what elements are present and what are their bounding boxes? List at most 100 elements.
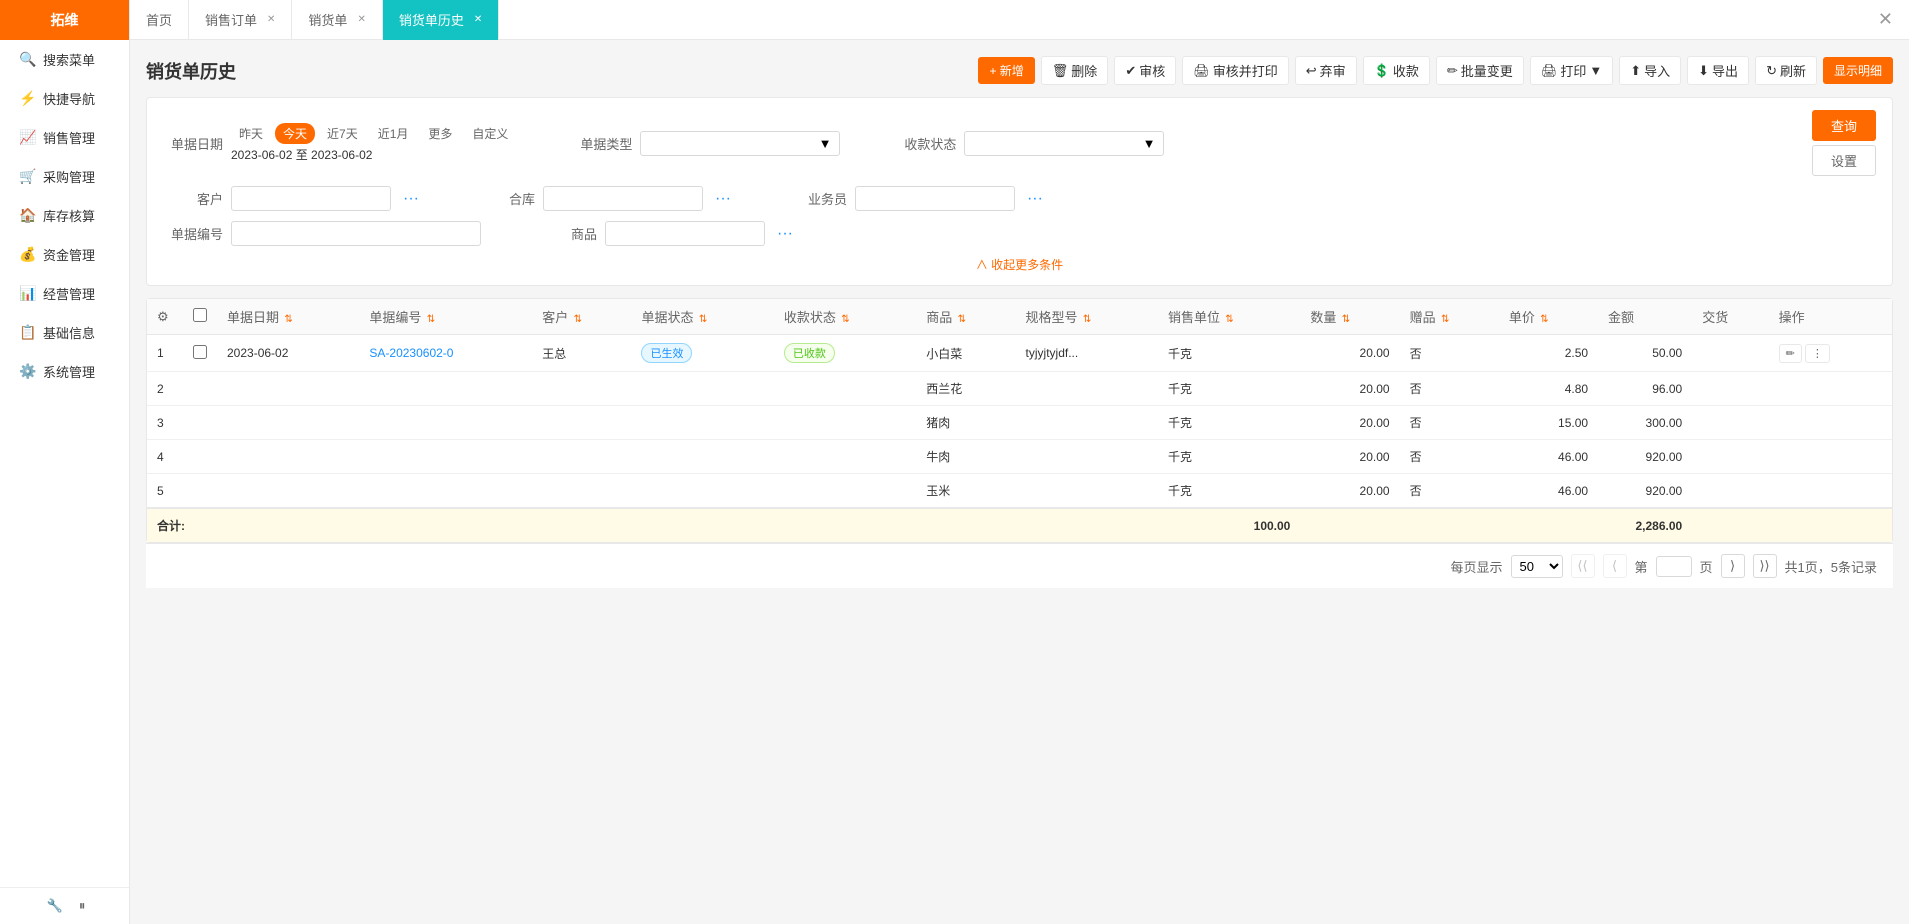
collect-button[interactable]: 💲 收款 (1363, 56, 1430, 85)
filter-setting-button[interactable]: 设置 (1812, 145, 1876, 176)
last-page-btn[interactable]: ⟩⟩ (1753, 554, 1777, 578)
tab-sales-history-close[interactable]: ✕ (474, 14, 482, 25)
salesperson-picker-icon[interactable]: ··· (1027, 190, 1043, 208)
tab-home[interactable]: 首页 (130, 0, 189, 40)
warehouse-picker-icon[interactable]: ··· (715, 190, 731, 208)
delete-button[interactable]: 🗑 删除 (1041, 56, 1109, 85)
col-gift[interactable]: 赠品 ⇅ (1400, 299, 1499, 335)
row-unit-4: 千克 (1158, 474, 1300, 509)
col-settings[interactable]: ⚙ (147, 299, 183, 335)
row-gift-2: 否 (1400, 406, 1499, 440)
export-button[interactable]: ⬇ 导出 (1687, 56, 1749, 85)
sidebar-item-basic-info[interactable]: 📋 基础信息 (0, 313, 129, 352)
row-customer-3 (532, 440, 631, 474)
col-product[interactable]: 商品 ⇅ (916, 299, 1015, 335)
tab-home-label: 首页 (146, 10, 172, 29)
date-tag-yesterday[interactable]: 昨天 (231, 123, 271, 144)
customer-picker-icon[interactable]: ··· (403, 190, 419, 208)
col-doc-date[interactable]: 单据日期 ⇅ (217, 299, 359, 335)
filter-warehouse-input[interactable] (543, 186, 703, 211)
row-doc-date-3 (217, 440, 359, 474)
sidebar-item-search-menu[interactable]: 🔍 搜索菜单 (0, 40, 129, 79)
date-tag-1month[interactable]: 近1月 (370, 123, 417, 144)
filter-docno-input[interactable] (231, 221, 481, 246)
col-unit[interactable]: 销售单位 ⇅ (1158, 299, 1300, 335)
row-product-2: 猪肉 (916, 406, 1015, 440)
row-price-1: 4.80 (1499, 372, 1598, 406)
sidebar-item-operations-mgmt[interactable]: 📊 经营管理 (0, 274, 129, 313)
audit-print-button[interactable]: 🖨 审核并打印 (1182, 56, 1289, 85)
current-page-input[interactable]: 1 (1656, 556, 1692, 577)
sort-unit-icon: ⇅ (1225, 314, 1233, 325)
row-doc-no-0[interactable]: SA-20230602-0 (359, 335, 532, 372)
date-tag-more[interactable]: 更多 (420, 123, 460, 144)
table-row: 2 西兰花 千克 20.00 否 4.80 96.00 (147, 372, 1892, 406)
display-detail-button[interactable]: 显示明细 (1823, 57, 1893, 84)
refresh-button[interactable]: ↻ 刷新 (1755, 56, 1817, 85)
row-checkbox-0[interactable] (193, 345, 207, 359)
sidebar-item-sales-mgmt[interactable]: 📈 销售管理 (0, 118, 129, 157)
filter-customer-input[interactable] (231, 186, 391, 211)
col-doc-no[interactable]: 单据编号 ⇅ (359, 299, 532, 335)
sidebar-item-system-mgmt[interactable]: ⚙️ 系统管理 (0, 352, 129, 391)
tab-sales-history[interactable]: 销货单历史 ✕ (383, 0, 499, 40)
col-spec[interactable]: 规格型号 ⇅ (1016, 299, 1158, 335)
prev-page-btn[interactable]: ⟨ (1603, 554, 1627, 578)
filter-collapse-btn[interactable]: ∧ 收起更多条件 (163, 256, 1876, 273)
batch-change-button[interactable]: ✏ 批量变更 (1436, 56, 1524, 85)
page-title: 销货单历史 (146, 58, 236, 84)
date-tag-today[interactable]: 今天 (275, 123, 315, 144)
row-num-0: 1 (147, 335, 183, 372)
tab-sales-order-close[interactable]: ✕ (267, 14, 275, 25)
col-unit-price[interactable]: 单价 ⇅ (1499, 299, 1598, 335)
filter-payment-status-select[interactable]: ▼ (964, 131, 1164, 156)
new-button[interactable]: + 新增 (978, 57, 1034, 84)
first-page-btn[interactable]: ⟨⟨ (1571, 554, 1595, 578)
row-amount-2: 300.00 (1598, 406, 1692, 440)
sort-spec-icon: ⇅ (1083, 314, 1091, 325)
sidebar-item-label: 系统管理 (43, 362, 95, 381)
sidebar-item-finance-mgmt[interactable]: 💰 资金管理 (0, 235, 129, 274)
col-doc-status[interactable]: 单据状态 ⇅ (631, 299, 773, 335)
filter-doc-type-select[interactable]: ▼ (640, 131, 840, 156)
filter-product-input[interactable] (605, 221, 765, 246)
action-btn-编辑[interactable]: ✏ (1779, 344, 1802, 363)
filter-docno-label: 单据编号 (163, 224, 223, 243)
sidebar-item-inventory-calc[interactable]: 🏠 库存核算 (0, 196, 129, 235)
sidebar-item-purchase-mgmt[interactable]: 🛒 采购管理 (0, 157, 129, 196)
date-tag-7days[interactable]: 近7天 (319, 123, 366, 144)
settings-bottom-icon[interactable]: 🔧 (47, 898, 63, 914)
row-doc-status-4 (631, 474, 773, 509)
tab-sales-order[interactable]: 销售订单 ✕ (189, 0, 292, 40)
collect-icon: 💲 (1374, 63, 1390, 79)
sidebar-item-quick-nav[interactable]: ⚡ 快捷导航 (0, 79, 129, 118)
filter-row-2: 客户 ··· 合库 ··· 业务员 ··· (163, 186, 1876, 211)
tab-sales-delivery[interactable]: 销货单 ✕ (292, 0, 382, 40)
import-button[interactable]: ⬆ 导入 (1619, 56, 1681, 85)
col-customer[interactable]: 客户 ⇅ (532, 299, 631, 335)
col-payment-status[interactable]: 收款状态 ⇅ (774, 299, 916, 335)
row-unit-1: 千克 (1158, 372, 1300, 406)
sort-price-icon: ⇅ (1540, 314, 1548, 325)
filter-salesperson-input[interactable] (855, 186, 1015, 211)
discard-button[interactable]: ↩ 弃审 (1295, 56, 1357, 85)
page-unit: 页 (1700, 557, 1713, 576)
row-qty-3: 20.00 (1300, 440, 1399, 474)
sidebar-item-label: 经营管理 (43, 284, 95, 303)
filter-docno-item: 单据编号 (163, 221, 481, 246)
product-picker-icon[interactable]: ··· (777, 225, 793, 243)
date-tag-custom[interactable]: 自定义 (464, 123, 516, 144)
per-page-select[interactable]: 50 100 200 (1511, 555, 1563, 578)
action-btn-更多[interactable]: ⋮ (1805, 344, 1830, 363)
select-all-checkbox[interactable] (193, 308, 207, 322)
audit-button[interactable]: ✔ 审核 (1114, 56, 1176, 85)
col-quantity[interactable]: 数量 ⇅ (1300, 299, 1399, 335)
tab-close-all-btn[interactable]: ✕ (1862, 9, 1909, 30)
query-button[interactable]: 查询 (1812, 110, 1876, 141)
tab-sales-delivery-close[interactable]: ✕ (357, 14, 365, 25)
col-action: 操作 (1769, 299, 1892, 335)
next-page-btn[interactable]: ⟩ (1721, 554, 1745, 578)
pause-icon[interactable]: ⏸ (79, 898, 86, 914)
print-button[interactable]: 🖨 打印 ▼ (1530, 56, 1613, 85)
sidebar-item-label: 采购管理 (43, 167, 95, 186)
